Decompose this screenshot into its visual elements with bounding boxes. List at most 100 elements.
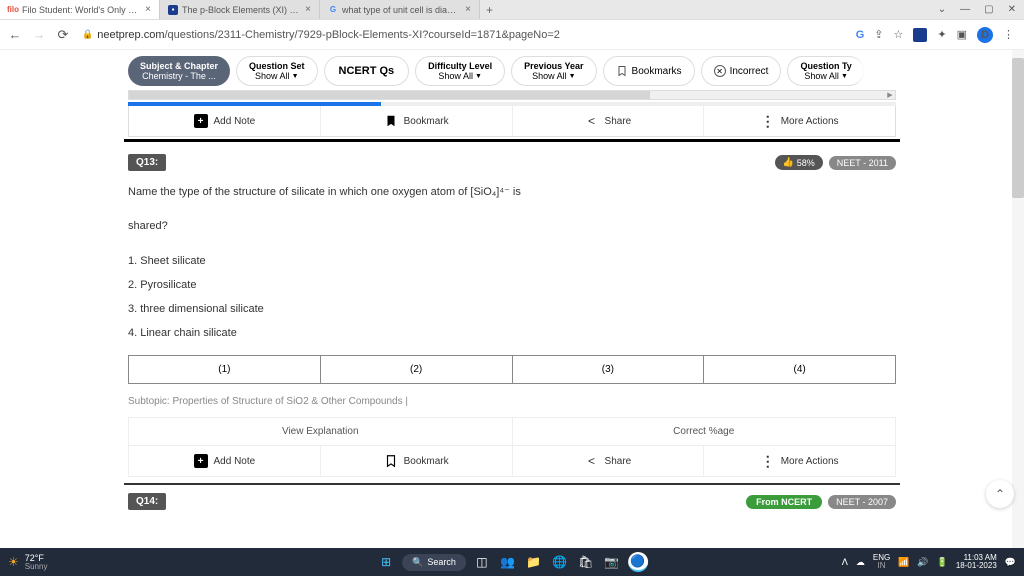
search-icon: 🔍 — [412, 557, 423, 568]
new-tab-button[interactable]: + — [480, 3, 499, 17]
add-note-button[interactable]: + Add Note — [129, 106, 321, 136]
vertical-scrollbar[interactable] — [1012, 50, 1024, 548]
browser-tab[interactable]: G what type of unit cell is diamon × — [320, 0, 480, 19]
profile-avatar[interactable]: D — [977, 27, 993, 43]
question-14: Q14: From NCERT NEET - 2007 — [128, 493, 896, 510]
explorer-icon[interactable]: 📁 — [524, 552, 544, 572]
question-13: Q13: 👍 58% NEET - 2011 Name the type of … — [128, 154, 896, 446]
close-window-icon[interactable]: ✕ — [1008, 4, 1016, 15]
teams-icon[interactable]: 👥 — [498, 552, 518, 572]
taskbar-clock[interactable]: 11:03 AM 18-01-2023 — [956, 554, 997, 570]
windows-taskbar: ☀ 72°F Sunny ⊞ 🔍 Search ◫ 👥 📁 🌐 🛍 📷 🔵 ᐱ … — [0, 548, 1024, 576]
more-actions-button[interactable]: ⋮ More Actions — [704, 106, 895, 136]
url-input[interactable]: 🔒 neetprep.com/questions/2311-Chemistry/… — [78, 29, 850, 41]
reload-button[interactable]: ⟳ — [54, 27, 72, 43]
filter-ncert[interactable]: NCERT Qs — [324, 56, 410, 86]
filter-previous-year[interactable]: Previous Year Show All ▼ — [511, 56, 596, 86]
taskbar-search[interactable]: 🔍 Search — [402, 554, 466, 571]
share-page-icon[interactable]: ⇪ — [874, 28, 883, 41]
more-icon: ⋮ — [761, 454, 775, 468]
view-explanation-button[interactable]: View Explanation — [129, 418, 513, 445]
from-ncert-badge: From NCERT — [746, 495, 822, 509]
start-button[interactable]: ⊞ — [376, 552, 396, 572]
scroll-to-top-button[interactable]: ⌃ — [986, 480, 1014, 508]
minimize-icon[interactable]: ― — [960, 4, 970, 15]
answer-choice-4[interactable]: (4) — [704, 356, 896, 384]
camera-icon[interactable]: 📷 — [602, 552, 622, 572]
close-icon[interactable]: × — [305, 4, 311, 15]
options-list: 1. Sheet silicate 2. Pyrosilicate 3. thr… — [128, 249, 896, 346]
horizontal-scrollbar[interactable]: ◀ ▶ — [128, 90, 896, 100]
question-number-badge: Q14: — [128, 493, 166, 510]
question-actions-top: + Add Note Bookmark < Share ⋮ More Actio… — [128, 106, 896, 137]
chevron-up-icon: ⌃ — [995, 487, 1005, 501]
chevron-down-icon[interactable]: ⌄ — [938, 4, 946, 15]
maximize-icon[interactable]: ▢ — [984, 4, 993, 15]
extension-icon[interactable] — [913, 28, 927, 42]
share-button[interactable]: < Share — [513, 106, 705, 136]
bookmark-button[interactable]: Bookmark — [321, 106, 513, 136]
notifications-icon[interactable]: 💬 — [1005, 557, 1016, 568]
lock-icon: 🔒 — [82, 29, 93, 40]
share-icon: < — [585, 454, 599, 468]
tab-favicon: filo — [8, 5, 18, 15]
correct-percentage-button[interactable]: Correct %age — [513, 418, 896, 445]
filter-difficulty[interactable]: Difficulty Level Show All ▼ — [415, 56, 505, 86]
extensions-icon[interactable]: ✦ — [937, 28, 946, 41]
tab-title: The p-Block Elements (XI) Chemi — [182, 5, 301, 15]
filter-question-type[interactable]: Question Ty Show All ▼ — [787, 56, 863, 86]
tray-expand-icon[interactable]: ᐱ — [842, 557, 848, 568]
store-icon[interactable]: 🛍 — [576, 552, 596, 572]
browser-titlebar: filo Filo Student: World's Only Live In … — [0, 0, 1024, 20]
bookmark-icon — [384, 114, 398, 128]
option-2: 2. Pyrosilicate — [128, 273, 896, 297]
share-icon: < — [585, 114, 599, 128]
volume-icon[interactable]: 🔊 — [917, 557, 928, 568]
taskbar-weather[interactable]: ☀ 72°F Sunny — [8, 554, 47, 571]
option-3: 3. three dimensional silicate — [128, 297, 896, 321]
filter-subject-chapter[interactable]: Subject & Chapter Chemistry - The ... — [128, 56, 230, 86]
battery-icon[interactable]: 🔋 — [937, 557, 948, 568]
close-icon[interactable]: × — [145, 4, 151, 15]
filter-question-set[interactable]: Question Set Show All ▼ — [236, 56, 318, 86]
back-button[interactable]: ← — [6, 27, 24, 42]
more-icon: ⋮ — [761, 114, 775, 128]
wifi-icon[interactable]: 📶 — [898, 557, 909, 568]
menu-icon[interactable]: ⋮ — [1003, 28, 1014, 41]
more-actions-button[interactable]: ⋮ More Actions — [704, 446, 895, 476]
address-bar: ← → ⟳ 🔒 neetprep.com/questions/2311-Chem… — [0, 20, 1024, 50]
cloud-icon[interactable]: ☁ — [856, 557, 865, 568]
scroll-right-icon[interactable]: ▶ — [885, 91, 895, 99]
plus-note-icon: + — [194, 114, 208, 128]
explanation-row: View Explanation Correct %age — [128, 417, 896, 446]
subtopic-text: Subtopic: Properties of Structure of SiO… — [128, 396, 896, 407]
filter-incorrect[interactable]: ✕ Incorrect — [701, 56, 782, 86]
add-note-button[interactable]: + Add Note — [129, 446, 321, 476]
question-actions-bottom: + Add Note Bookmark < Share ⋮ More Actio… — [128, 446, 896, 477]
answer-choice-2[interactable]: (2) — [320, 356, 512, 384]
bookmark-button[interactable]: Bookmark — [321, 446, 513, 476]
task-view-icon[interactable]: ◫ — [472, 552, 492, 572]
browser-tab[interactable]: ▪ The p-Block Elements (XI) Chemi × — [160, 0, 320, 19]
filter-bookmarks[interactable]: Bookmarks — [603, 56, 695, 86]
chevron-down-icon: ▼ — [292, 73, 299, 80]
chevron-down-icon: ▼ — [475, 73, 482, 80]
share-button[interactable]: < Share — [513, 446, 705, 476]
edge-icon[interactable]: 🌐 — [550, 552, 570, 572]
google-icon[interactable]: G — [856, 29, 865, 41]
panel-icon[interactable]: ▣ — [957, 28, 967, 41]
browser-tab[interactable]: filo Filo Student: World's Only Live In … — [0, 0, 160, 19]
answer-choice-3[interactable]: (3) — [512, 356, 704, 384]
filter-bar: Subject & Chapter Chemistry - The ... Qu… — [0, 50, 1024, 86]
thumbs-up-icon: 👍 — [783, 157, 794, 168]
chrome-icon[interactable]: 🔵 — [628, 552, 648, 572]
answer-choice-1[interactable]: (1) — [129, 356, 321, 384]
sun-icon: ☀ — [8, 555, 19, 569]
section-divider — [124, 139, 900, 142]
close-icon[interactable]: × — [465, 4, 471, 15]
year-badge: NEET - 2011 — [829, 156, 896, 170]
forward-button[interactable]: → — [30, 27, 48, 42]
x-circle-icon: ✕ — [714, 65, 726, 77]
tab-favicon: ▪ — [168, 5, 178, 15]
star-icon[interactable]: ☆ — [894, 28, 904, 41]
